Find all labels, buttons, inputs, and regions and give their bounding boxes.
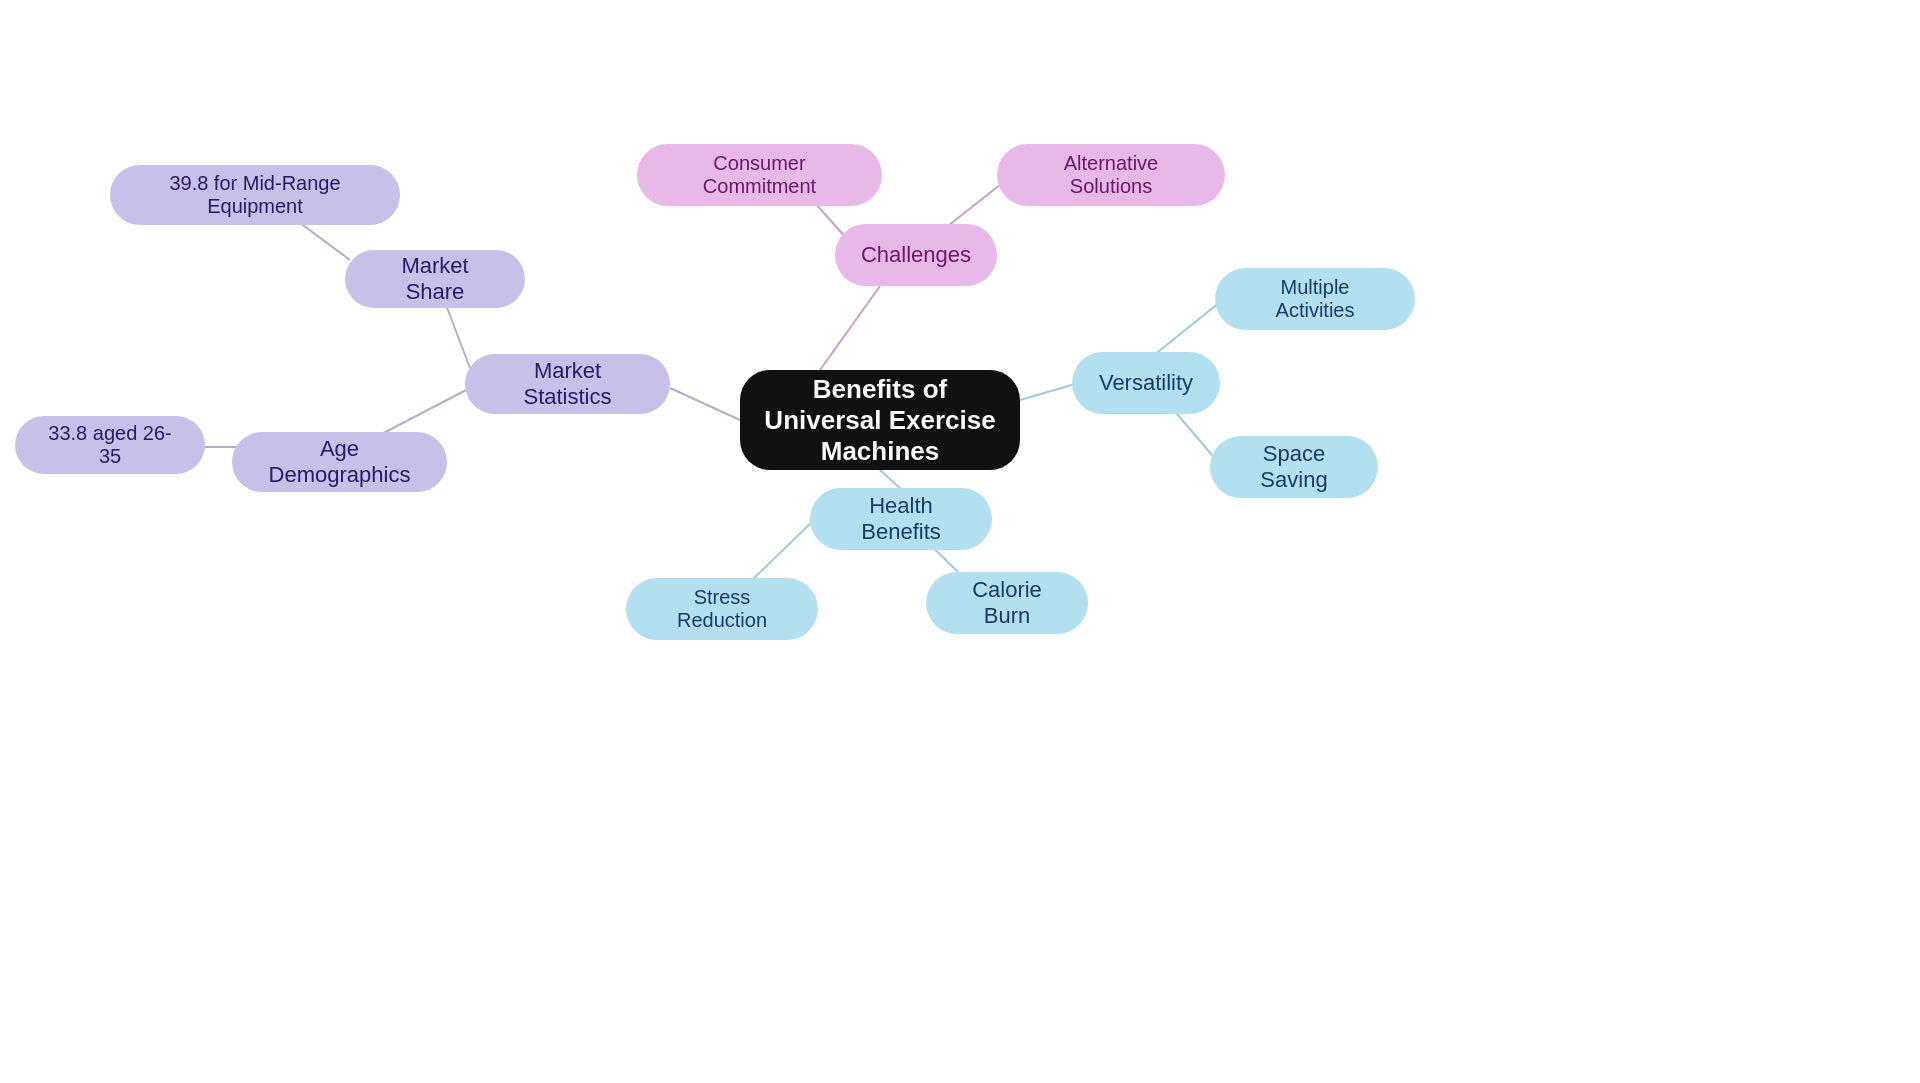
challenges-node[interactable]: Challenges bbox=[835, 224, 997, 286]
svg-line-8 bbox=[1020, 384, 1075, 400]
calorie-burn-node[interactable]: Calorie Burn bbox=[926, 572, 1088, 634]
health-benefits-node[interactable]: Health Benefits bbox=[810, 488, 992, 550]
space-saving-node[interactable]: Space Saving bbox=[1210, 436, 1378, 498]
mid-range-equipment-node[interactable]: 39.8 for Mid-Range Equipment bbox=[110, 165, 400, 225]
consumer-commitment-node[interactable]: Consumer Commitment bbox=[637, 144, 882, 206]
center-node[interactable]: Benefits of Universal Exercise Machines bbox=[740, 370, 1020, 470]
market-share-node[interactable]: Market Share bbox=[345, 250, 525, 308]
svg-line-11 bbox=[880, 470, 902, 490]
market-statistics-node[interactable]: Market Statistics bbox=[465, 354, 670, 414]
svg-line-12 bbox=[752, 519, 815, 580]
stress-reduction-node[interactable]: Stress Reduction bbox=[626, 578, 818, 640]
versatility-node[interactable]: Versatility bbox=[1072, 352, 1220, 414]
svg-line-5 bbox=[820, 286, 880, 370]
svg-line-0 bbox=[670, 388, 740, 420]
age-demographics-node[interactable]: Age Demographics bbox=[232, 432, 447, 492]
alternative-solutions-node[interactable]: Alternative Solutions bbox=[997, 144, 1225, 206]
multiple-activities-node[interactable]: Multiple Activities bbox=[1215, 268, 1415, 330]
aged-26-35-node[interactable]: 33.8 aged 26-35 bbox=[15, 416, 205, 474]
